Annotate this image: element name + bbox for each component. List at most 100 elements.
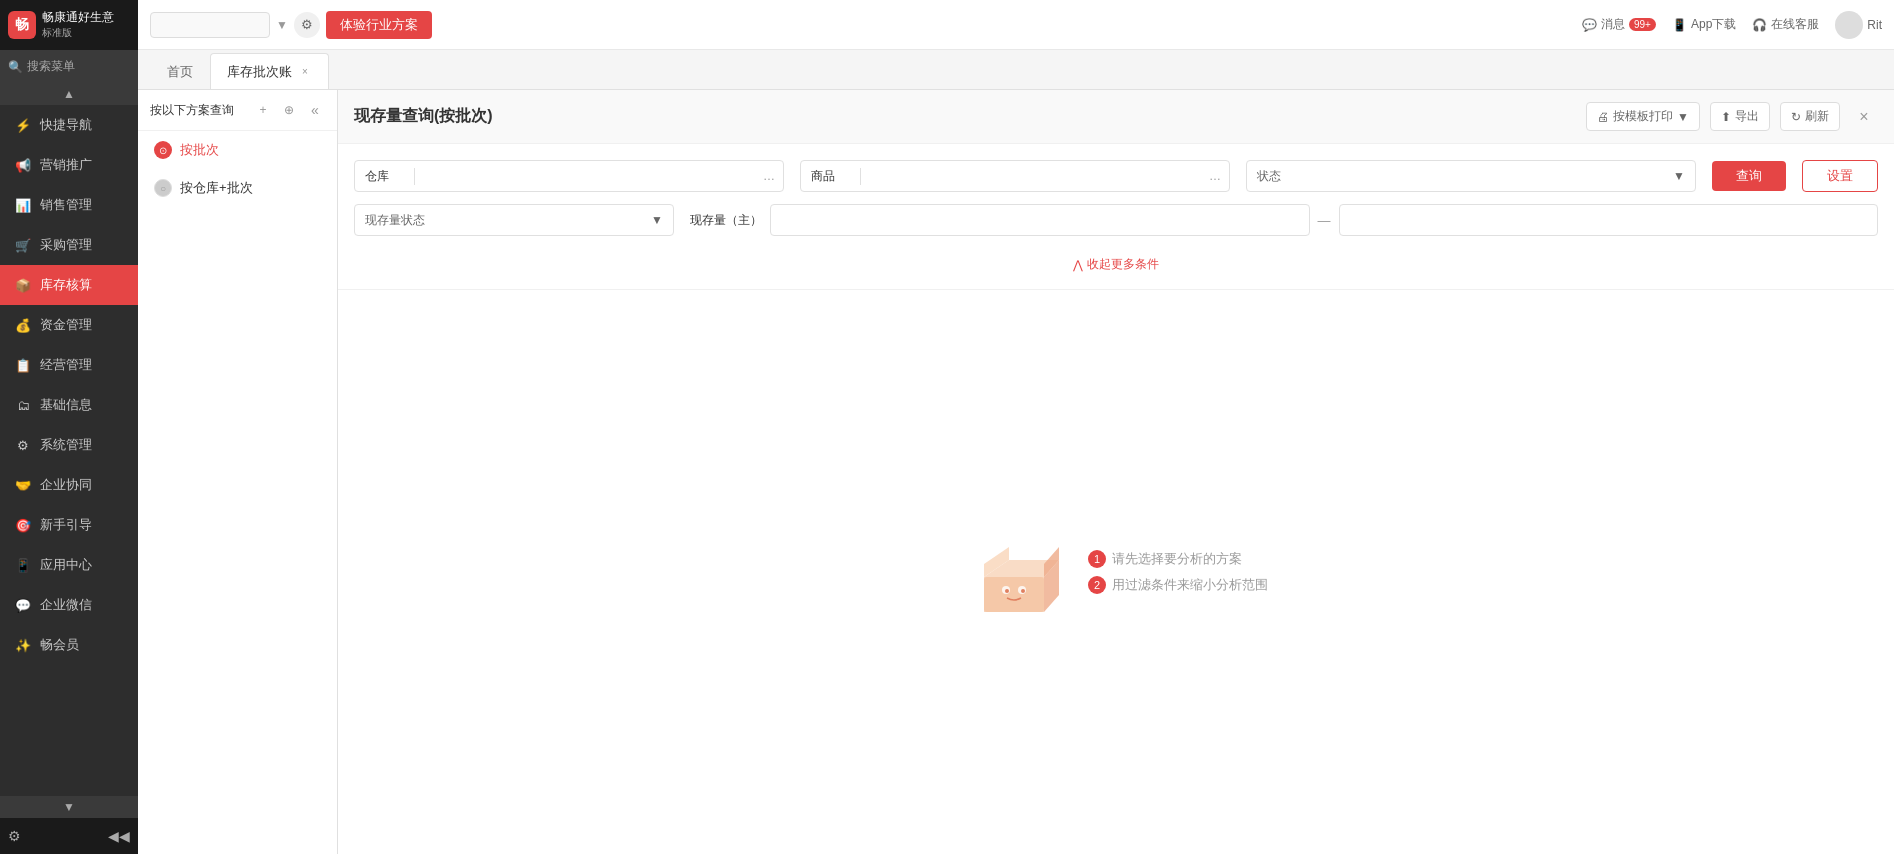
- sidebar-search-label: 搜索菜单: [27, 58, 75, 75]
- user-menu[interactable]: Rit: [1835, 11, 1882, 39]
- status-filter[interactable]: 状态 ▼: [1246, 160, 1696, 192]
- nav-icon-marketing: 📢: [14, 156, 32, 174]
- collapse-label[interactable]: 收起更多条件: [1087, 256, 1159, 273]
- scheme-dot-active: ⊙: [154, 141, 172, 159]
- export-btn[interactable]: ⬆ 导出: [1710, 102, 1770, 131]
- nav-label-inventory: 库存核算: [40, 276, 92, 294]
- main: ▼ ⚙ 体验行业方案 💬 消息 99+ 📱 App下载 🎧 在线客服 Rit: [138, 0, 1894, 854]
- content: 按以下方案查询 + ⊕ « ⊙ 按批次: [138, 90, 1894, 854]
- sidebar-item-basic[interactable]: 🗂 基础信息: [0, 385, 138, 425]
- scheme-item-warehouse-batch[interactable]: ○ 按仓库+批次: [138, 169, 337, 207]
- nav-label-sales: 销售管理: [40, 196, 92, 214]
- add-scheme-btn[interactable]: +: [253, 100, 273, 120]
- stock-range-separator: —: [1318, 213, 1331, 228]
- nav-icon-sales: 📊: [14, 196, 32, 214]
- nav-icon-guide: 🎯: [14, 516, 32, 534]
- print-btn[interactable]: 🖨 按模板打印 ▼: [1586, 102, 1700, 131]
- sidebar-scroll-down[interactable]: ▼: [0, 796, 138, 818]
- nav-icon-shortcut: ⚡: [14, 116, 32, 134]
- sidebar-item-system[interactable]: ⚙ 系统管理: [0, 425, 138, 465]
- nav-icon-basic: 🗂: [14, 396, 32, 414]
- sidebar-item-wechat[interactable]: 💬 企业微信: [0, 585, 138, 625]
- left-panel-title: 按以下方案查询: [150, 102, 234, 119]
- sidebar-item-marketing[interactable]: 📢 营销推广: [0, 145, 138, 185]
- app-title: 畅康通好生意: [42, 10, 114, 26]
- add-icon: +: [259, 103, 266, 117]
- tab-inventory-batch[interactable]: 库存批次账 ×: [210, 53, 329, 89]
- headset-icon: 🎧: [1752, 18, 1767, 32]
- stock-main-max-input[interactable]: [1339, 204, 1879, 236]
- app-download-btn[interactable]: 📱 App下载: [1672, 16, 1736, 33]
- sidebar-item-finance[interactable]: 💰 资金管理: [0, 305, 138, 345]
- online-service-btn[interactable]: 🎧 在线客服: [1752, 16, 1819, 33]
- tabbar: 首页 库存批次账 ×: [138, 50, 1894, 90]
- print-dropdown-icon: ▼: [1677, 110, 1689, 124]
- stock-main-min-input[interactable]: [770, 204, 1310, 236]
- refresh-btn[interactable]: ↻ 刷新: [1780, 102, 1840, 131]
- sidebar-nav: ⚡ 快捷导航 📢 营销推广 📊 销售管理 🛒 采购管理 📦 库存核算 💰 资金管…: [0, 105, 138, 796]
- empty-tips: 1 请先选择要分析的方案 2 用过滤条件来缩小分析范围: [1088, 550, 1268, 594]
- experience-btn[interactable]: 体验行业方案: [326, 11, 432, 39]
- sidebar-item-apps[interactable]: 📱 应用中心: [0, 545, 138, 585]
- nav-label-shortcut: 快捷导航: [40, 116, 92, 134]
- message-btn[interactable]: 💬 消息 99+: [1582, 16, 1656, 33]
- warehouse-input[interactable]: [415, 169, 755, 183]
- search-icon: 🔍: [8, 60, 23, 74]
- stock-status-filter[interactable]: 现存量状态 ▼: [354, 204, 674, 236]
- nav-icon-apps: 📱: [14, 556, 32, 574]
- gear-icon: ⊕: [284, 103, 294, 117]
- sidebar-scroll-up[interactable]: ▲: [0, 83, 138, 105]
- export-label: 导出: [1735, 108, 1759, 125]
- nav-label-purchase: 采购管理: [40, 236, 92, 254]
- nav-label-basic: 基础信息: [40, 396, 92, 414]
- export-icon: ⬆: [1721, 110, 1731, 124]
- sidebar-item-operations[interactable]: 📋 经营管理: [0, 345, 138, 385]
- filter-row-2: 现存量状态 ▼ 现存量（主） —: [354, 204, 1878, 236]
- stock-status-dropdown-icon: ▼: [651, 213, 663, 227]
- sidebar-item-sales[interactable]: 📊 销售管理: [0, 185, 138, 225]
- sidebar-item-purchase[interactable]: 🛒 采购管理: [0, 225, 138, 265]
- nav-label-guide: 新手引导: [40, 516, 92, 534]
- collapse-panel-btn[interactable]: «: [305, 100, 325, 120]
- topbar-dropdown-icon[interactable]: ▼: [276, 18, 288, 32]
- set-btn[interactable]: 设置: [1802, 160, 1878, 192]
- sidebar-item-shortcut[interactable]: ⚡ 快捷导航: [0, 105, 138, 145]
- sidebar-search[interactable]: 🔍 搜索菜单: [0, 50, 138, 83]
- tab-home[interactable]: 首页: [150, 53, 210, 89]
- stock-status-label: 现存量状态: [365, 212, 425, 229]
- filter-row-1: 仓库 … 商品 … 状态 ▼ 查询 设置: [354, 160, 1878, 192]
- app-logo: 畅: [8, 11, 36, 39]
- warehouse-more-btn[interactable]: …: [755, 169, 783, 183]
- right-panel: 现存量查询(按批次) 🖨 按模板打印 ▼ ⬆ 导出 ↻ 刷新: [338, 90, 1894, 854]
- left-panel-header: 按以下方案查询 + ⊕ «: [138, 90, 337, 131]
- sound-icon[interactable]: ◀◀: [108, 828, 130, 844]
- topbar: ▼ ⚙ 体验行业方案 💬 消息 99+ 📱 App下载 🎧 在线客服 Rit: [138, 0, 1894, 50]
- product-input[interactable]: [861, 169, 1201, 183]
- app-download-icon: 📱: [1672, 18, 1687, 32]
- scheme-dot-inactive: ○: [154, 179, 172, 197]
- topbar-gear-icon[interactable]: ⚙: [294, 12, 320, 38]
- nav-icon-enterprise: 🤝: [14, 476, 32, 494]
- sidebar-item-enterprise[interactable]: 🤝 企业协同: [0, 465, 138, 505]
- scheme-item-batch[interactable]: ⊙ 按批次: [138, 131, 337, 169]
- scheme-batch-label: 按批次: [180, 141, 219, 159]
- tab-close-icon[interactable]: ×: [298, 65, 312, 79]
- sidebar-item-inventory[interactable]: 📦 库存核算: [0, 265, 138, 305]
- empty-illustration: [964, 522, 1064, 622]
- sidebar-item-member[interactable]: ✨ 畅会员: [0, 625, 138, 665]
- sidebar-item-guide[interactable]: 🎯 新手引导: [0, 505, 138, 545]
- settings-icon[interactable]: ⚙: [8, 828, 21, 844]
- message-icon: 💬: [1582, 18, 1597, 32]
- product-filter: 商品 …: [800, 160, 1230, 192]
- tip-text-2: 用过滤条件来缩小分析范围: [1112, 576, 1268, 594]
- query-btn[interactable]: 查询: [1712, 161, 1786, 191]
- product-more-btn[interactable]: …: [1201, 169, 1229, 183]
- close-page-btn[interactable]: ×: [1850, 103, 1878, 131]
- empty-svg: [964, 522, 1064, 622]
- scheme-list: ⊙ 按批次 ○ 按仓库+批次: [138, 131, 337, 207]
- nav-icon-operations: 📋: [14, 356, 32, 374]
- tip-num-1: 1: [1088, 550, 1106, 568]
- stock-main-label: 现存量（主）: [690, 212, 762, 229]
- scheme-settings-btn[interactable]: ⊕: [279, 100, 299, 120]
- topbar-search-input[interactable]: [150, 12, 270, 38]
